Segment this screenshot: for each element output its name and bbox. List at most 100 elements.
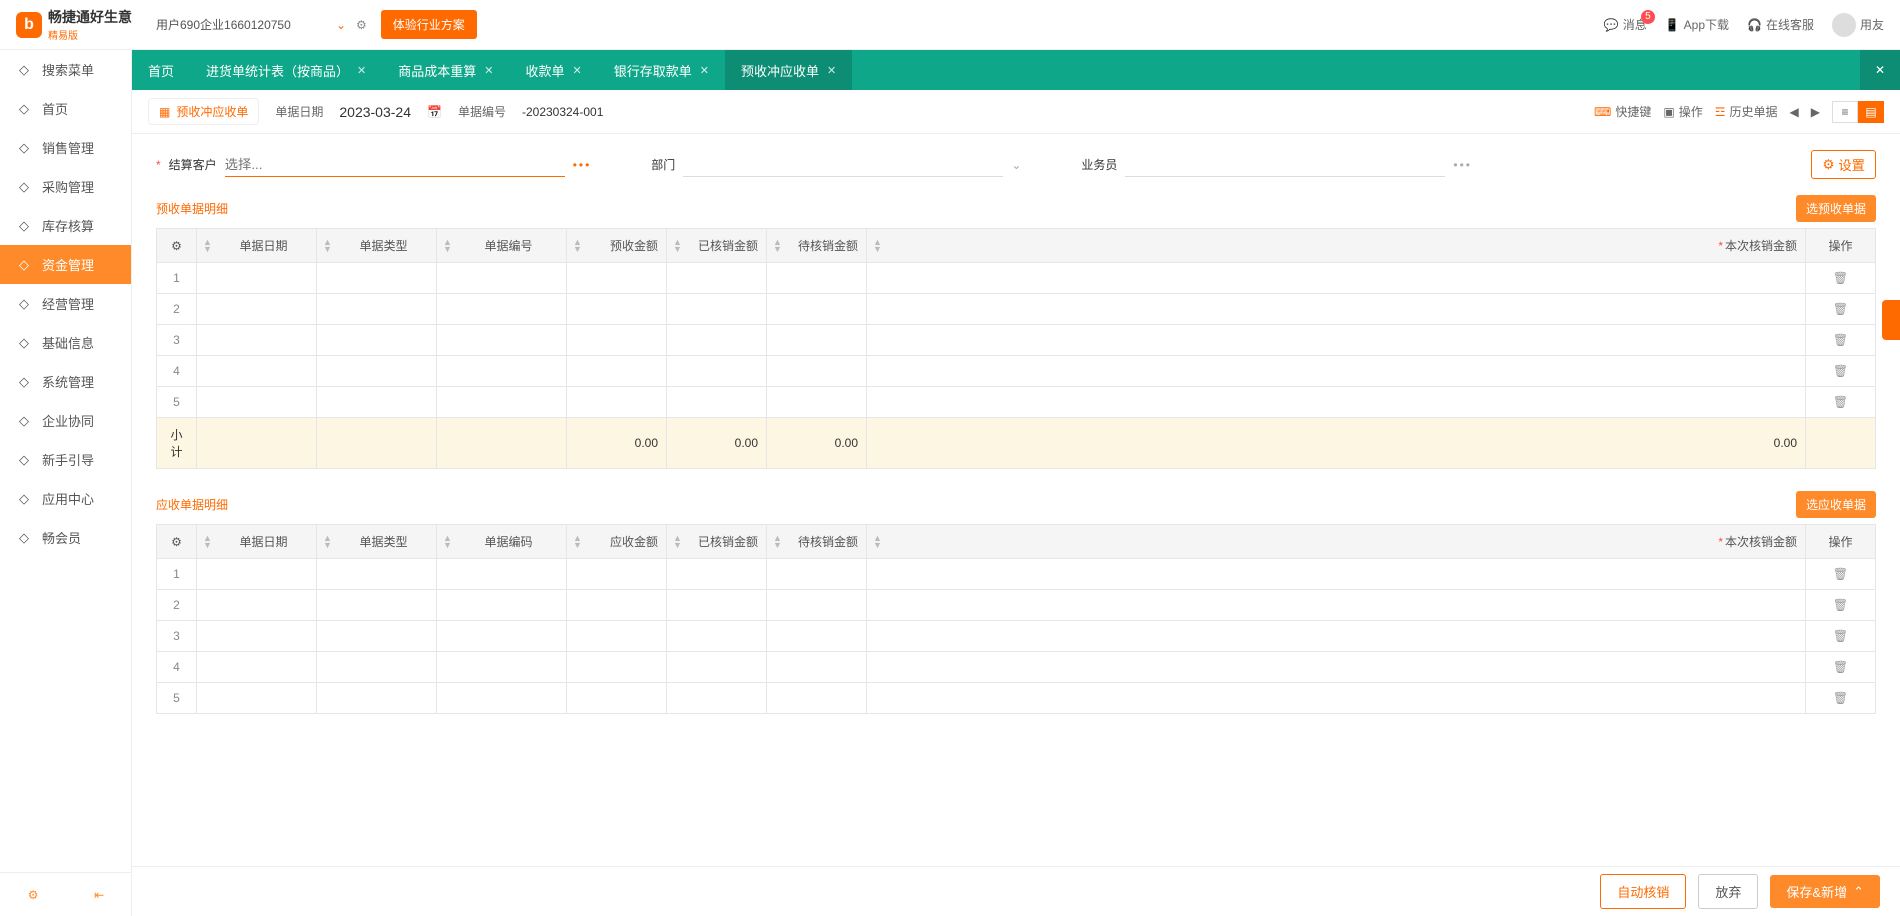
col-pending[interactable]: ▲▼待核销金额 <box>767 525 867 559</box>
trash-icon[interactable]: 🗑 <box>1833 629 1848 643</box>
gear-column[interactable]: ⚙ <box>157 525 197 559</box>
tab-0[interactable]: 首页 <box>132 50 190 90</box>
close-icon[interactable]: ✕ <box>827 64 836 77</box>
tab-label: 预收冲应收单 <box>741 61 819 80</box>
logo[interactable]: b 畅捷通好生意 精易版 <box>16 7 136 42</box>
col-this-verify[interactable]: ▲▼本次核销金额 <box>867 229 1806 263</box>
sidebar-item-12[interactable]: ◇畅会员 <box>0 518 131 557</box>
col-date[interactable]: ▲▼单据日期 <box>197 229 317 263</box>
trash-icon[interactable]: 🗑 <box>1833 567 1848 581</box>
select-receivable-button[interactable]: 选应收单据 <box>1796 491 1876 518</box>
subtotal-row: 小计 0.00 0.00 0.00 0.00 <box>157 418 1876 469</box>
trash-icon[interactable]: 🗑 <box>1833 660 1848 674</box>
operate-link[interactable]: ▣操作 <box>1663 103 1702 120</box>
discard-button[interactable]: 放弃 <box>1698 874 1758 909</box>
sidebar-item-6[interactable]: ◇经营管理 <box>0 284 131 323</box>
date-value[interactable]: 2023-03-24 <box>339 104 411 120</box>
customer-input[interactable] <box>225 153 565 177</box>
message-icon: 💬 <box>1604 18 1619 32</box>
messages-link[interactable]: 💬 消息 5 <box>1604 16 1647 33</box>
save-new-button[interactable]: 保存&新增 ⌃ <box>1770 875 1880 908</box>
table-row[interactable]: 4🗑 <box>157 652 1876 683</box>
gear-column[interactable]: ⚙ <box>157 229 197 263</box>
select-prepay-button[interactable]: 选预收单据 <box>1796 195 1876 222</box>
settings-button[interactable]: ⚙ 设置 <box>1811 150 1876 179</box>
sidebar-item-10[interactable]: ◇新手引导 <box>0 440 131 479</box>
sidebar-item-9[interactable]: ◇企业协同 <box>0 401 131 440</box>
tab-3[interactable]: 收款单✕ <box>509 50 597 90</box>
col-type[interactable]: ▲▼单据类型 <box>317 525 437 559</box>
trash-icon[interactable]: 🗑 <box>1833 333 1848 347</box>
tab-2[interactable]: 商品成本重算✕ <box>382 50 509 90</box>
col-date[interactable]: ▲▼单据日期 <box>197 525 317 559</box>
prev-record[interactable]: ◀ <box>1790 105 1799 119</box>
table-row[interactable]: 3🗑 <box>157 325 1876 356</box>
col-prepay[interactable]: ▲▼预收金额 <box>567 229 667 263</box>
chevron-down-icon[interactable]: ⌄ <box>1011 158 1021 172</box>
trash-icon[interactable]: 🗑 <box>1833 271 1848 285</box>
sidebar-item-8[interactable]: ◇系统管理 <box>0 362 131 401</box>
col-code[interactable]: ▲▼单据编码 <box>437 525 567 559</box>
sidebar-item-1[interactable]: ◇首页 <box>0 89 131 128</box>
content-scroll[interactable]: * 结算客户 ••• 部门 ⌄ 业务员 ••• ⚙ 设置 <box>132 134 1900 916</box>
solution-button[interactable]: 体验行业方案 <box>381 10 477 39</box>
sidebar-item-11[interactable]: ◇应用中心 <box>0 479 131 518</box>
view-detail[interactable]: ▤ <box>1858 101 1884 123</box>
col-receivable[interactable]: ▲▼应收金额 <box>567 525 667 559</box>
trash-icon[interactable]: 🗑 <box>1833 598 1848 612</box>
col-pending[interactable]: ▲▼待核销金额 <box>767 229 867 263</box>
table-row[interactable]: 2🗑 <box>157 294 1876 325</box>
trash-icon[interactable]: 🗑 <box>1833 302 1848 316</box>
tab-5[interactable]: 预收冲应收单 ✕ <box>725 50 852 90</box>
close-icon[interactable]: ✕ <box>573 64 582 77</box>
collapse-icon[interactable]: ⇤ <box>94 888 104 902</box>
online-service-link[interactable]: 🎧 在线客服 <box>1747 16 1814 33</box>
salesman-picker-icon[interactable]: ••• <box>1453 158 1472 172</box>
history-link[interactable]: ☲历史单据 <box>1715 103 1778 120</box>
customer-picker-icon[interactable]: ••• <box>573 158 592 172</box>
headset-icon: 🎧 <box>1747 18 1762 32</box>
close-icon[interactable]: ✕ <box>357 64 366 77</box>
table-row[interactable]: 1🗑 <box>157 263 1876 294</box>
sidebar-item-7[interactable]: ◇基础信息 <box>0 323 131 362</box>
close-icon[interactable]: ✕ <box>484 64 493 77</box>
table-row[interactable]: 3🗑 <box>157 621 1876 652</box>
trash-icon[interactable]: 🗑 <box>1833 691 1848 705</box>
user-menu[interactable]: 用友 <box>1832 13 1884 37</box>
table-row[interactable]: 5🗑 <box>157 387 1876 418</box>
trash-icon[interactable]: 🗑 <box>1833 364 1848 378</box>
sidebar-item-5[interactable]: ◇资金管理 <box>0 245 131 284</box>
required-mark: * <box>156 158 161 172</box>
company-select[interactable]: 用户690企业1660120750 ⌄ <box>156 11 346 39</box>
settings-gear-icon[interactable]: ⚙ <box>28 888 39 902</box>
auto-verify-button[interactable]: 自动核销 <box>1600 874 1686 909</box>
calendar-icon[interactable]: 📅 <box>427 105 442 119</box>
app-download-link[interactable]: 📱 App下载 <box>1665 16 1729 33</box>
table-row[interactable]: 5🗑 <box>157 683 1876 714</box>
doc-type-pill[interactable]: ▦ 预收冲应收单 <box>148 98 259 125</box>
close-all-tabs[interactable]: ✕ <box>1860 50 1900 90</box>
col-this-verify[interactable]: ▲▼本次核销金额 <box>867 525 1806 559</box>
col-type[interactable]: ▲▼单据类型 <box>317 229 437 263</box>
dept-input[interactable] <box>683 153 1003 177</box>
gear-icon[interactable]: ⚙ <box>356 18 367 32</box>
col-verified[interactable]: ▲▼已核销金额 <box>667 229 767 263</box>
sidebar-item-3[interactable]: ◇采购管理 <box>0 167 131 206</box>
sidebar-item-0[interactable]: ◇搜索菜单 <box>0 50 131 89</box>
col-code[interactable]: ▲▼单据编号 <box>437 229 567 263</box>
view-list[interactable]: ≡ <box>1832 101 1858 123</box>
shortcut-link[interactable]: ⌨快捷键 <box>1594 103 1651 120</box>
table-row[interactable]: 1🗑 <box>157 559 1876 590</box>
close-icon[interactable]: ✕ <box>700 64 709 77</box>
trash-icon[interactable]: 🗑 <box>1833 395 1848 409</box>
tab-1[interactable]: 进货单统计表（按商品）✕ <box>190 50 382 90</box>
col-verified[interactable]: ▲▼已核销金额 <box>667 525 767 559</box>
tab-4[interactable]: 银行存取款单✕ <box>598 50 725 90</box>
table-row[interactable]: 2🗑 <box>157 590 1876 621</box>
salesman-input[interactable] <box>1125 153 1445 177</box>
table-row[interactable]: 4🗑 <box>157 356 1876 387</box>
side-peek-tab[interactable] <box>1882 300 1900 340</box>
sidebar-item-2[interactable]: ◇销售管理 <box>0 128 131 167</box>
sidebar-item-4[interactable]: ◇库存核算 <box>0 206 131 245</box>
next-record[interactable]: ▶ <box>1811 105 1820 119</box>
